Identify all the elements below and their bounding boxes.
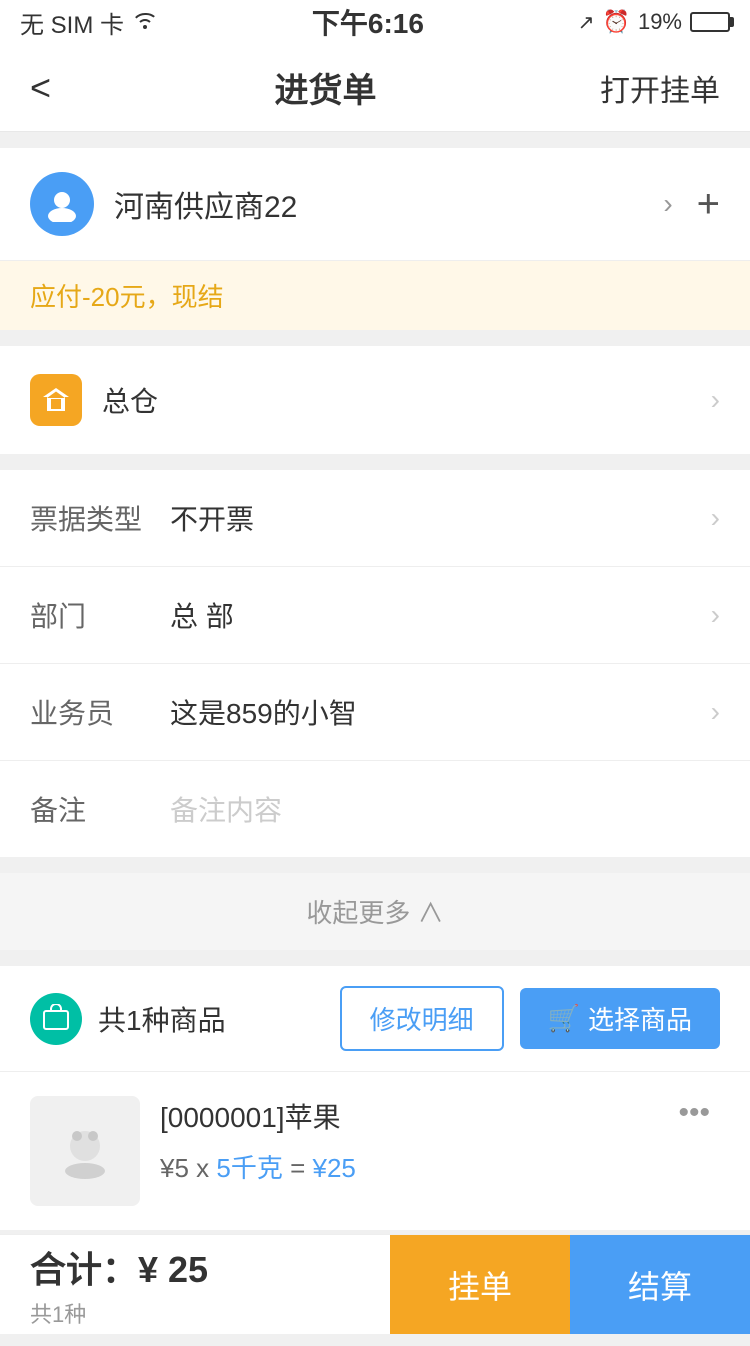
edit-detail-button[interactable]: 修改明细: [340, 986, 504, 1051]
form-section: 票据类型 不开票 › 部门 总 部 › 业务员 这是859的小智 › 备注 备注…: [0, 470, 750, 857]
supplier-avatar: [30, 172, 94, 236]
add-supplier-button[interactable]: +: [697, 182, 720, 227]
total-amount: 合计：¥ 25: [30, 1241, 360, 1293]
status-right: ↗ ⏰ 19%: [578, 9, 730, 35]
warehouse-name: 总仓: [102, 380, 711, 420]
notice-bar: 应付-20元，现结: [0, 261, 750, 330]
supplier-chevron-icon: ›: [663, 188, 672, 220]
department-row[interactable]: 部门 总 部 ›: [0, 567, 750, 664]
department-chevron-icon: ›: [711, 599, 720, 631]
product-count: 共1种商品: [98, 999, 340, 1039]
settle-button[interactable]: 结算: [570, 1235, 750, 1334]
select-product-button[interactable]: 🛒 选择商品: [520, 988, 720, 1049]
supplier-section: 河南供应商22 › + 应付-20元，现结: [0, 148, 750, 330]
footer-total: 合计：¥ 25 共1种: [0, 1241, 390, 1329]
bill-type-label: 票据类型: [30, 498, 170, 538]
product-item: [0000001]苹果 ¥5 x 5千克 = ¥25 •••: [0, 1072, 750, 1230]
salesperson-chevron-icon: ›: [711, 696, 720, 728]
warehouse-icon: [30, 374, 82, 426]
page-title: 进货单: [275, 63, 377, 112]
product-name: [0000001]苹果: [160, 1096, 668, 1136]
location-icon: ↗: [578, 10, 595, 35]
status-time: 下午6:16: [312, 2, 424, 42]
warehouse-chevron-icon: ›: [711, 384, 720, 416]
battery-icon: [690, 12, 730, 32]
open-pending-button[interactable]: 打开挂单: [600, 66, 720, 110]
battery-text: 19%: [638, 9, 682, 35]
total-count: 共1种: [30, 1297, 360, 1329]
collapse-toggle[interactable]: 收起更多 ∧: [0, 873, 750, 950]
supplier-name: 河南供应商22: [114, 182, 663, 226]
back-button[interactable]: <: [30, 67, 51, 109]
warehouse-row[interactable]: 总仓 ›: [0, 346, 750, 454]
salesperson-row[interactable]: 业务员 这是859的小智 ›: [0, 664, 750, 761]
salesperson-label: 业务员: [30, 692, 170, 732]
bill-type-row[interactable]: 票据类型 不开票 ›: [0, 470, 750, 567]
products-section: 共1种商品 修改明细 🛒 选择商品 [0000001]苹果 ¥5 x 5千克: [0, 966, 750, 1230]
department-value: 总 部: [170, 595, 711, 635]
product-cart-icon: [30, 993, 82, 1045]
product-quantity: 5千克: [216, 1153, 282, 1183]
product-header: 共1种商品 修改明细 🛒 选择商品: [0, 966, 750, 1072]
product-more-button[interactable]: •••: [668, 1096, 720, 1130]
nav-bar: < 进货单 打开挂单: [0, 44, 750, 132]
carrier-text: 无 SIM 卡: [20, 5, 124, 40]
remark-row[interactable]: 备注 备注内容: [0, 761, 750, 857]
alarm-icon: ⏰: [603, 9, 630, 35]
status-left: 无 SIM 卡: [20, 5, 158, 40]
product-total: ¥25: [313, 1153, 356, 1183]
product-price: ¥5 x 5千克 = ¥25: [160, 1148, 668, 1185]
department-label: 部门: [30, 595, 170, 635]
warehouse-section: 总仓 ›: [0, 346, 750, 454]
cart-icon: 🛒: [548, 1003, 580, 1034]
bill-type-value: 不开票: [170, 498, 711, 538]
salesperson-value: 这是859的小智: [170, 692, 711, 732]
product-thumbnail: [30, 1096, 140, 1206]
bill-type-chevron-icon: ›: [711, 502, 720, 534]
footer: 合计：¥ 25 共1种 挂单 结算: [0, 1234, 750, 1334]
status-bar: 无 SIM 卡 下午6:16 ↗ ⏰ 19%: [0, 0, 750, 44]
remark-label: 备注: [30, 789, 170, 829]
product-info: [0000001]苹果 ¥5 x 5千克 = ¥25: [160, 1096, 668, 1185]
wifi-icon: [132, 8, 158, 36]
supplier-row[interactable]: 河南供应商22 › +: [0, 148, 750, 261]
pending-button[interactable]: 挂单: [390, 1235, 570, 1334]
remark-input[interactable]: 备注内容: [170, 789, 720, 829]
